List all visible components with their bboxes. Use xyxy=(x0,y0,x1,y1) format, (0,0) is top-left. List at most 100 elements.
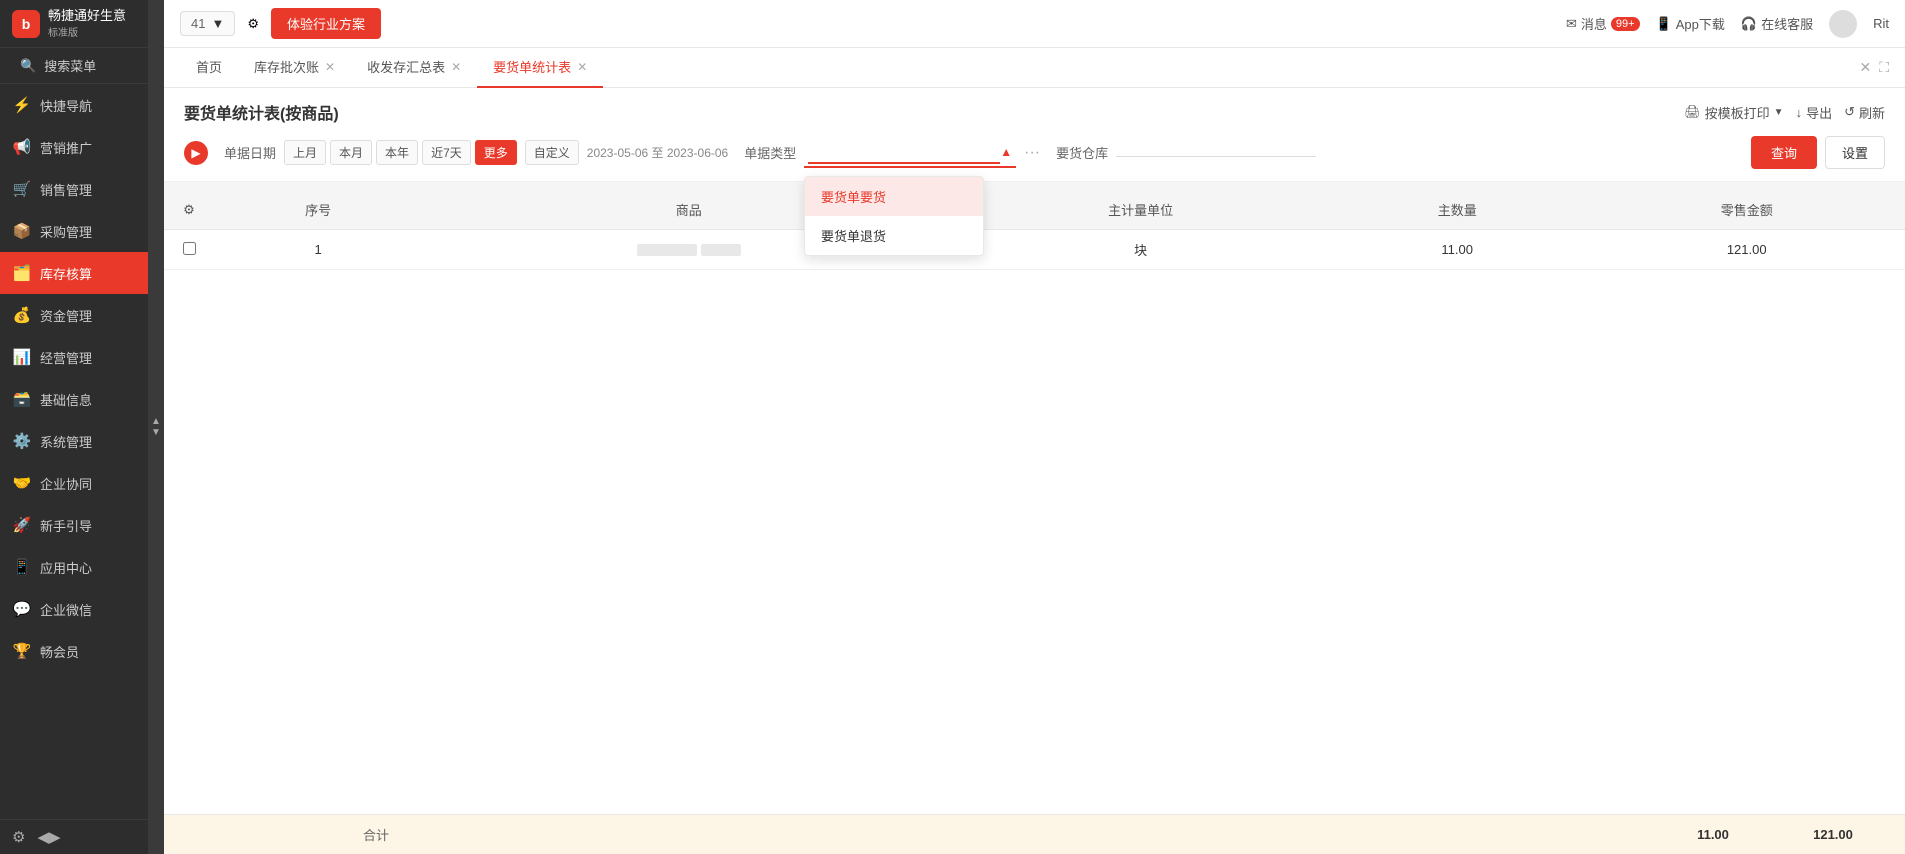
purchase-label: 采购管理 xyxy=(40,222,92,241)
online-service-item[interactable]: 🎧 在线客服 xyxy=(1741,14,1813,33)
footer-amount: 121.00 xyxy=(1773,827,1893,842)
tab-requisition-stats[interactable]: 要货单统计表 ✕ xyxy=(477,48,603,88)
store-selector[interactable]: 41 ▼ xyxy=(180,11,235,36)
date-this-month[interactable]: 本月 xyxy=(330,140,372,165)
sidebar-item-appstore[interactable]: 📱 应用中心 xyxy=(0,546,148,588)
operations-label: 经营管理 xyxy=(40,348,92,367)
warehouse-filter-label: 要货仓库 xyxy=(1056,143,1108,162)
app-download-item[interactable]: 📱 App下载 xyxy=(1656,14,1725,33)
trial-button[interactable]: 体验行业方案 xyxy=(271,8,381,39)
type-filter-label: 单据类型 xyxy=(744,143,796,162)
date-more[interactable]: 更多 xyxy=(475,140,517,165)
sidebar-item-sales[interactable]: 🛒 销售管理 xyxy=(0,168,148,210)
tab-bar: 首页库存批次账✕收发存汇总表✕ 要货单统计表 ✕ ✕ ⛶ xyxy=(164,48,1905,88)
app-download-label: App下载 xyxy=(1676,14,1725,33)
finance-icon: 💰 xyxy=(12,305,32,325)
sidebar-item-inventory[interactable]: 🗂️ 库存核算 xyxy=(0,252,148,294)
dropdown-item-0[interactable]: 要货单要货 xyxy=(805,177,983,216)
logo-title: 畅捷通好生意 xyxy=(48,8,126,25)
sidebar-item-quick-nav[interactable]: ⚡ 快捷导航 xyxy=(0,84,148,126)
messages-item[interactable]: ✉ 消息 99+ xyxy=(1566,14,1640,33)
date-filter-group: 单据日期 上月 本月 本年 近7天 更多 自定义 2023-05-06 至 20… xyxy=(224,140,728,165)
data-table: ⚙ 序号 商品 主计量单位 主数量 零售金额 1 块 11.00 121.00 xyxy=(164,190,1905,270)
settings-icon[interactable]: ⚙ xyxy=(12,828,25,846)
tab-label-requisition-stats: 要货单统计表 xyxy=(493,57,571,76)
tab-shipment-summary[interactable]: 收发存汇总表✕ xyxy=(351,48,477,88)
filter-expand-btn[interactable]: ▶ xyxy=(184,141,208,165)
refresh-btn[interactable]: ↺ 刷新 xyxy=(1844,103,1885,122)
print-label: 按模板打印 xyxy=(1705,103,1770,122)
expand-window-btn[interactable]: ⛶ xyxy=(1879,59,1889,76)
date-filter-label: 单据日期 xyxy=(224,143,276,162)
table-wrapper: ⚙ 序号 商品 主计量单位 主数量 零售金额 1 块 11.00 121.00 xyxy=(164,190,1905,814)
cell-checkbox-0[interactable] xyxy=(164,230,214,270)
tab-close-batch-account[interactable]: ✕ xyxy=(325,60,335,74)
footer-total-label: 合计 xyxy=(276,825,476,844)
refresh-label: 刷新 xyxy=(1859,103,1885,122)
tab-home[interactable]: 首页 xyxy=(180,48,238,88)
sidebar-item-guide[interactable]: 🚀 新手引导 xyxy=(0,504,148,546)
date-custom-btn[interactable]: 自定义 xyxy=(525,140,579,165)
col-qty: 主数量 xyxy=(1326,190,1588,230)
tab-close-requisition-stats[interactable]: ✕ xyxy=(577,60,587,74)
dropdown-item-1[interactable]: 要货单退货 xyxy=(805,216,983,255)
sidebar-item-finance[interactable]: 💰 资金管理 xyxy=(0,294,148,336)
date-this-year[interactable]: 本年 xyxy=(376,140,418,165)
sidebar-nav: ⚡ 快捷导航 📢 营销推广 🛒 销售管理 📦 采购管理 🗂️ 库存核算 💰 资金… xyxy=(0,84,148,819)
store-chevron: ▼ xyxy=(211,16,224,31)
sales-label: 销售管理 xyxy=(40,180,92,199)
col-settings[interactable]: ⚙ xyxy=(164,190,214,230)
close-window-btn[interactable]: ✕ xyxy=(1859,59,1871,76)
enterprise-label: 企业协同 xyxy=(40,474,92,493)
cell-qty-0: 11.00 xyxy=(1326,230,1588,270)
sidebar-item-member[interactable]: 🏆 畅会员 xyxy=(0,630,148,672)
page-title: 要货单统计表(按商品) xyxy=(184,100,339,124)
sidebar-item-enterprise[interactable]: 🤝 企业协同 xyxy=(0,462,148,504)
sidebar-item-marketing[interactable]: 📢 营销推广 xyxy=(0,126,148,168)
tab-batch-account[interactable]: 库存批次账✕ xyxy=(238,48,351,88)
inventory-label: 库存核算 xyxy=(40,264,92,283)
main-area: 41 ▼ ⚙ 体验行业方案 ✉ 消息 99+ 📱 App下载 🎧 在线客服 Ri… xyxy=(164,0,1905,854)
sidebar-scroll-btn[interactable]: ▲▼ xyxy=(148,0,164,854)
finance-label: 资金管理 xyxy=(40,306,92,325)
table-footer: 合计 11.00 121.00 xyxy=(164,814,1905,854)
messages-label: 消息 xyxy=(1581,14,1607,33)
collapse-icon[interactable]: ◀▶ xyxy=(37,828,60,846)
cell-index-0: 1 xyxy=(214,230,422,270)
date-last-7days[interactable]: 近7天 xyxy=(422,140,471,165)
sidebar-item-wecom[interactable]: 💬 企业微信 xyxy=(0,588,148,630)
logo-sub: 标准版 xyxy=(48,24,126,39)
header-settings-icon[interactable]: ⚙ xyxy=(247,16,259,32)
online-service-label: 在线客服 xyxy=(1761,14,1813,33)
wecom-icon: 💬 xyxy=(12,599,32,619)
sidebar: b 畅捷通好生意 标准版 🔍 搜索菜单 ⚡ 快捷导航 📢 营销推广 🛒 销售管理… xyxy=(0,0,148,854)
print-btn[interactable]: 🖨 按模板打印 ▼ xyxy=(1684,103,1783,122)
table-settings-icon[interactable]: ⚙ xyxy=(183,202,195,217)
user-name: Rit xyxy=(1873,16,1889,31)
date-last-month[interactable]: 上月 xyxy=(284,140,326,165)
table-header-row: ⚙ 序号 商品 主计量单位 主数量 零售金额 xyxy=(164,190,1905,230)
query-button[interactable]: 查询 xyxy=(1751,136,1817,169)
sidebar-item-operations[interactable]: 📊 经营管理 xyxy=(0,336,148,378)
export-btn[interactable]: ↓ 导出 xyxy=(1796,103,1833,122)
filter-settings-btn[interactable]: 设置 xyxy=(1825,136,1885,169)
appstore-label: 应用中心 xyxy=(40,558,92,577)
enterprise-icon: 🤝 xyxy=(12,473,32,493)
sidebar-item-system[interactable]: ⚙️ 系统管理 xyxy=(0,420,148,462)
marketing-icon: 📢 xyxy=(12,137,32,157)
content-area: 要货单统计表(按商品) 🖨 按模板打印 ▼ ↓ 导出 ↺ 刷新 ▶ xyxy=(164,88,1905,854)
member-icon: 🏆 xyxy=(12,641,32,661)
cell-amount-0: 121.00 xyxy=(1588,230,1905,270)
sidebar-item-basics[interactable]: 🗃️ 基础信息 xyxy=(0,378,148,420)
sidebar-search[interactable]: 🔍 搜索菜单 xyxy=(0,48,148,84)
table-row: 1 块 11.00 121.00 xyxy=(164,230,1905,270)
sidebar-item-purchase[interactable]: 📦 采购管理 xyxy=(0,210,148,252)
sidebar-logo: b 畅捷通好生意 标准版 xyxy=(0,0,148,48)
warehouse-filter-group: 要货仓库 xyxy=(1056,143,1316,162)
tab-close-shipment-summary[interactable]: ✕ xyxy=(451,60,461,74)
filter-more-btn[interactable]: ··· xyxy=(1024,144,1040,162)
type-dropdown-chevron[interactable]: ▲ xyxy=(1000,145,1012,159)
purchase-icon: 📦 xyxy=(12,221,32,241)
user-avatar[interactable] xyxy=(1829,10,1857,38)
type-filter-input[interactable] xyxy=(808,139,1000,164)
